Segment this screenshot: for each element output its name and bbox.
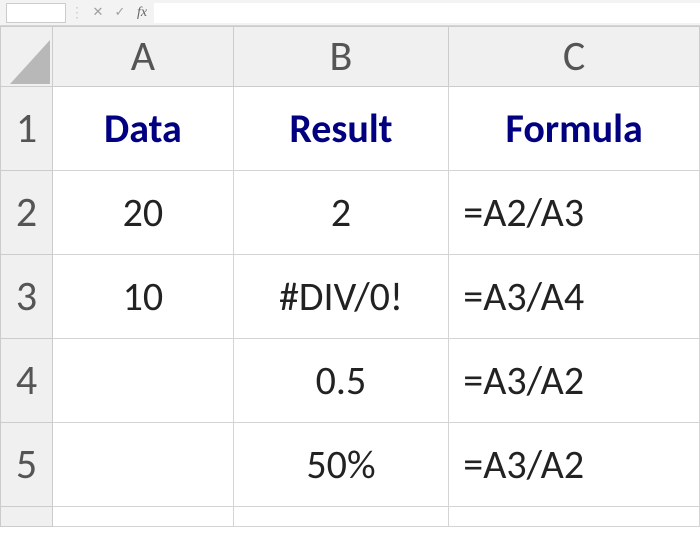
cell-B2[interactable]: 2 <box>233 171 449 255</box>
table-row: 3 10 #DIV/0! =A3/A4 <box>1 255 700 339</box>
cell-A4[interactable] <box>53 339 234 423</box>
cell-B3[interactable]: #DIV/0! <box>233 255 449 339</box>
cell-A1[interactable]: Data <box>53 87 234 171</box>
col-header-B[interactable]: B <box>233 27 449 87</box>
cell-B5[interactable]: 50% <box>233 423 449 507</box>
cell-A3[interactable]: 10 <box>53 255 234 339</box>
fx-icon[interactable]: fx <box>132 3 152 23</box>
cell-C6[interactable] <box>449 507 700 527</box>
cell-B4[interactable]: 0.5 <box>233 339 449 423</box>
row-header-1[interactable]: 1 <box>1 87 53 171</box>
table-row: 2 20 2 =A2/A3 <box>1 171 700 255</box>
table-row <box>1 507 700 527</box>
formula-input[interactable] <box>154 3 700 23</box>
cell-A6[interactable] <box>53 507 234 527</box>
spreadsheet-grid: A B C 1 Data Result Formula 2 20 2 =A2/A… <box>0 26 700 527</box>
cell-C2[interactable]: =A2/A3 <box>449 171 700 255</box>
cell-C1[interactable]: Formula <box>449 87 700 171</box>
enter-icon[interactable]: ✓ <box>110 3 130 23</box>
cell-A2[interactable]: 20 <box>53 171 234 255</box>
table-row: 1 Data Result Formula <box>1 87 700 171</box>
cancel-icon[interactable]: ✕ <box>88 3 108 23</box>
cell-C4[interactable]: =A3/A2 <box>449 339 700 423</box>
col-header-A[interactable]: A <box>53 27 234 87</box>
row-header-4[interactable]: 4 <box>1 339 53 423</box>
cell-A5[interactable] <box>53 423 234 507</box>
cell-C5[interactable]: =A3/A2 <box>449 423 700 507</box>
table-row: 5 50% =A3/A2 <box>1 423 700 507</box>
row-header-2[interactable]: 2 <box>1 171 53 255</box>
table-row: 4 0.5 =A3/A2 <box>1 339 700 423</box>
select-all-corner[interactable] <box>1 27 53 87</box>
column-header-row: A B C <box>1 27 700 87</box>
row-header-3[interactable]: 3 <box>1 255 53 339</box>
separator: ⋮ <box>68 4 86 21</box>
cell-B6[interactable] <box>233 507 449 527</box>
row-header-5[interactable]: 5 <box>1 423 53 507</box>
row-header-6[interactable] <box>1 507 53 527</box>
formula-bar: ⋮ ✕ ✓ fx <box>0 0 700 26</box>
col-header-C[interactable]: C <box>449 27 700 87</box>
name-box[interactable] <box>6 3 66 23</box>
cell-B1[interactable]: Result <box>233 87 449 171</box>
cell-C3[interactable]: =A3/A4 <box>449 255 700 339</box>
